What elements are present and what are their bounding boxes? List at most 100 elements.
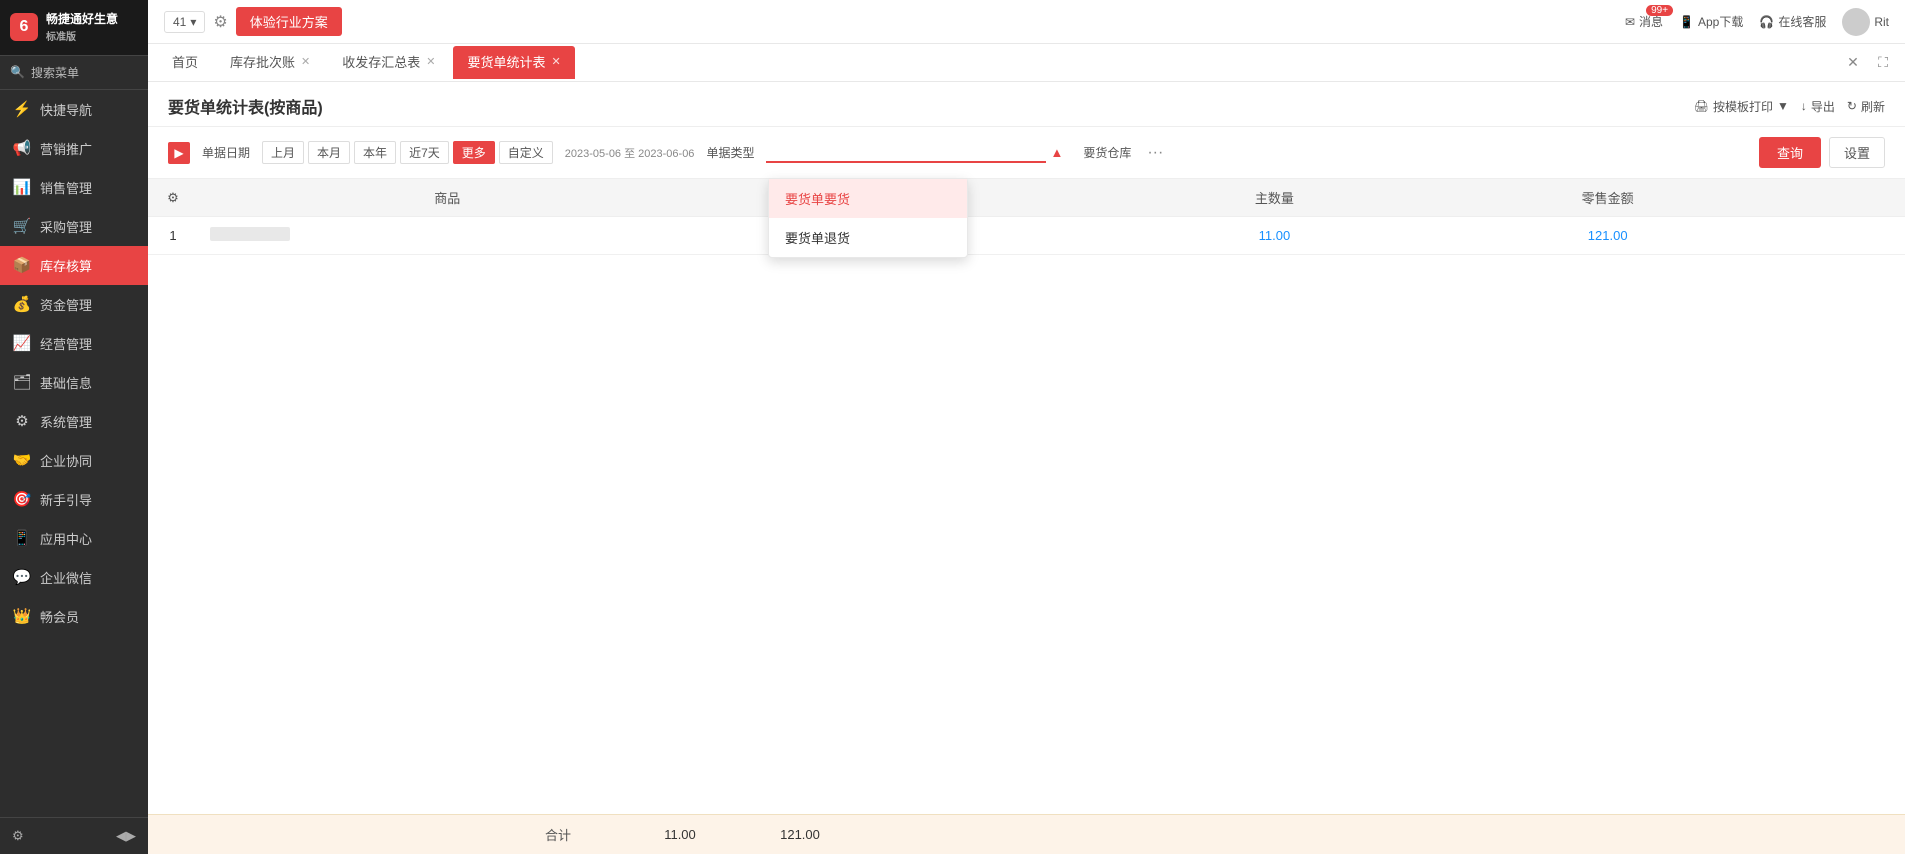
sidebar-item-marketing[interactable]: 📢 营销推广	[0, 129, 148, 168]
sidebar-item-operations[interactable]: 📈 经营管理	[0, 324, 148, 363]
cell-seq: 1	[148, 217, 198, 255]
page-content: 要货单统计表(按商品) 🖨 按模板打印 ▼ ↓ 导出 ↻ 刷新 ▶	[148, 82, 1905, 854]
store-selector[interactable]: 41 ▾	[164, 11, 205, 33]
footer-quantity: 11.00	[630, 827, 730, 842]
sidebar-item-label: 营销推广	[40, 139, 92, 158]
trial-button[interactable]: 体验行业方案	[236, 7, 342, 36]
col-quantity: 主数量	[1123, 179, 1425, 217]
marketing-icon: 📢	[12, 139, 32, 157]
sidebar-item-quick-nav[interactable]: ⚡ 快捷导航	[0, 90, 148, 129]
collapse-icon[interactable]: ◀▶	[116, 828, 136, 844]
tabs-controls: ✕ ⛶	[1841, 51, 1895, 75]
wechat-icon: 💬	[12, 568, 32, 586]
avatar-image	[1842, 8, 1870, 36]
inventory-icon: 📦	[12, 256, 32, 274]
sidebar-item-vip[interactable]: 👑 畅会员	[0, 597, 148, 636]
type-label: 单据类型	[706, 144, 754, 161]
sidebar-item-label: 企业协同	[40, 451, 92, 470]
tab-receive-summary-close[interactable]: ✕	[426, 55, 435, 68]
logo-name: 畅捷通好生意	[46, 12, 118, 28]
refresh-icon: ↻	[1847, 99, 1857, 113]
sidebar-item-purchase[interactable]: 🛒 采购管理	[0, 207, 148, 246]
tab-receive-summary[interactable]: 收发存汇总表 ✕	[328, 46, 449, 79]
sidebar-item-finance[interactable]: 💰 资金管理	[0, 285, 148, 324]
col-settings: ⚙	[148, 179, 198, 217]
dropdown-item-order[interactable]: 要货单要货	[769, 179, 967, 218]
service-button[interactable]: 🎧 在线客服	[1759, 13, 1826, 30]
sidebar-item-guide[interactable]: 🎯 新手引导	[0, 480, 148, 519]
table-settings-icon[interactable]: ⚙	[167, 190, 179, 205]
print-button[interactable]: 🖨 按模板打印 ▼	[1694, 98, 1789, 115]
page-title: 要货单统计表(按商品)	[168, 94, 323, 118]
filter-expand-button[interactable]: ▶	[168, 142, 190, 164]
enterprise-icon: 🤝	[12, 451, 32, 469]
table-section: ⚙ 商品 主计量单位 主数量 零售金额 1	[148, 179, 1905, 854]
sidebar-search[interactable]: 🔍 搜索菜单	[0, 56, 148, 90]
tab-receive-summary-label: 收发存汇总表	[342, 52, 420, 71]
sidebar-item-base[interactable]: 🗂 基础信息	[0, 363, 148, 402]
sidebar-item-system[interactable]: ⚙ 系统管理	[0, 402, 148, 441]
tab-order-stats[interactable]: 要货单统计表 ✕	[453, 46, 574, 79]
search-icon: 🔍	[10, 65, 25, 79]
cell-extra	[1790, 217, 1905, 255]
cell-amount: 121.00	[1425, 217, 1789, 255]
refresh-label: 刷新	[1861, 98, 1885, 115]
sidebar-item-label: 畅会员	[40, 607, 79, 626]
sidebar-item-sales[interactable]: 📊 销售管理	[0, 168, 148, 207]
col-amount: 零售金额	[1425, 179, 1789, 217]
query-button[interactable]: 查询	[1759, 137, 1821, 168]
settings-icon[interactable]: ⚙	[12, 828, 24, 844]
tab-home[interactable]: 首页	[158, 46, 212, 79]
type-input[interactable]	[766, 143, 1046, 163]
tab-inventory-batch-close[interactable]: ✕	[301, 55, 310, 68]
quantity-link[interactable]: 11.00	[1259, 228, 1291, 243]
sidebar-item-label: 企业微信	[40, 568, 92, 587]
filter-settings-button[interactable]: 设置	[1829, 137, 1885, 168]
sidebar-item-enterprise[interactable]: 🤝 企业协同	[0, 441, 148, 480]
sidebar-item-wechat[interactable]: 💬 企业微信	[0, 558, 148, 597]
store-number: 41	[173, 15, 186, 29]
dropdown-item-return[interactable]: 要货单退货	[769, 218, 967, 257]
type-dropdown-arrow-icon[interactable]: ▲	[1050, 145, 1063, 160]
topbar-left: 41 ▾ ⚙ 体验行业方案	[164, 7, 1613, 36]
tab-close-all-button[interactable]: ✕	[1841, 51, 1865, 75]
tab-inventory-batch[interactable]: 库存批次账 ✕	[216, 46, 324, 79]
tab-expand-button[interactable]: ⛶	[1871, 51, 1895, 75]
filter-bar: ▶ 单据日期 上月 本月 本年 近7天 更多 自定义 2023-05-06 至 …	[148, 127, 1905, 179]
export-button[interactable]: ↓ 导出	[1801, 98, 1835, 115]
sidebar-item-label: 应用中心	[40, 529, 92, 548]
settings-gear-icon[interactable]: ⚙	[213, 12, 227, 32]
app-label: App下载	[1698, 13, 1743, 30]
sidebar-item-inventory[interactable]: 📦 库存核算	[0, 246, 148, 285]
table-footer: 合计 11.00 121.00	[148, 814, 1905, 854]
warehouse-more-button[interactable]: ···	[1147, 144, 1163, 162]
topbar: 41 ▾ ⚙ 体验行业方案 ✉ 消息 99+ 📱 App下载 🎧 在线客服 R	[148, 0, 1905, 44]
date-7days-button[interactable]: 近7天	[400, 141, 449, 164]
app-download-button[interactable]: 📱 App下载	[1679, 13, 1743, 30]
date-this-month-button[interactable]: 本月	[308, 141, 350, 164]
print-icon: 🖨	[1694, 99, 1709, 113]
user-avatar[interactable]: Rit	[1842, 8, 1889, 36]
date-last-month-button[interactable]: 上月	[262, 141, 304, 164]
data-table: ⚙ 商品 主计量单位 主数量 零售金额 1	[148, 179, 1905, 255]
sidebar: 6 畅捷通好生意 标准版 🔍 搜索菜单 ⚡ 快捷导航 📢 营销推广 📊 销售管理…	[0, 0, 148, 854]
refresh-button[interactable]: ↻ 刷新	[1847, 98, 1885, 115]
table-header-row: ⚙ 商品 主计量单位 主数量 零售金额	[148, 179, 1905, 217]
logo-icon: 6	[10, 13, 38, 41]
base-icon: 🗂	[12, 373, 32, 391]
purchase-icon: 🛒	[12, 217, 32, 235]
date-this-year-button[interactable]: 本年	[354, 141, 396, 164]
date-custom-button[interactable]: 自定义	[499, 141, 553, 164]
date-more-button[interactable]: 更多	[453, 141, 495, 164]
operations-icon: 📈	[12, 334, 32, 352]
sidebar-nav: ⚡ 快捷导航 📢 营销推广 📊 销售管理 🛒 采购管理 📦 库存核算 💰 资金管…	[0, 90, 148, 817]
tab-order-stats-close[interactable]: ✕	[552, 55, 561, 68]
amount-link[interactable]: 121.00	[1588, 228, 1628, 243]
message-icon: ✉	[1625, 15, 1635, 29]
sidebar-item-appstore[interactable]: 📱 应用中心	[0, 519, 148, 558]
page-actions: 🖨 按模板打印 ▼ ↓ 导出 ↻ 刷新	[1694, 98, 1885, 115]
page-header: 要货单统计表(按商品) 🖨 按模板打印 ▼ ↓ 导出 ↻ 刷新	[148, 82, 1905, 127]
guide-icon: 🎯	[12, 490, 32, 508]
messages-button[interactable]: ✉ 消息 99+	[1625, 13, 1663, 30]
date-range-buttons: 上月 本月 本年 近7天 更多 自定义	[262, 141, 553, 164]
